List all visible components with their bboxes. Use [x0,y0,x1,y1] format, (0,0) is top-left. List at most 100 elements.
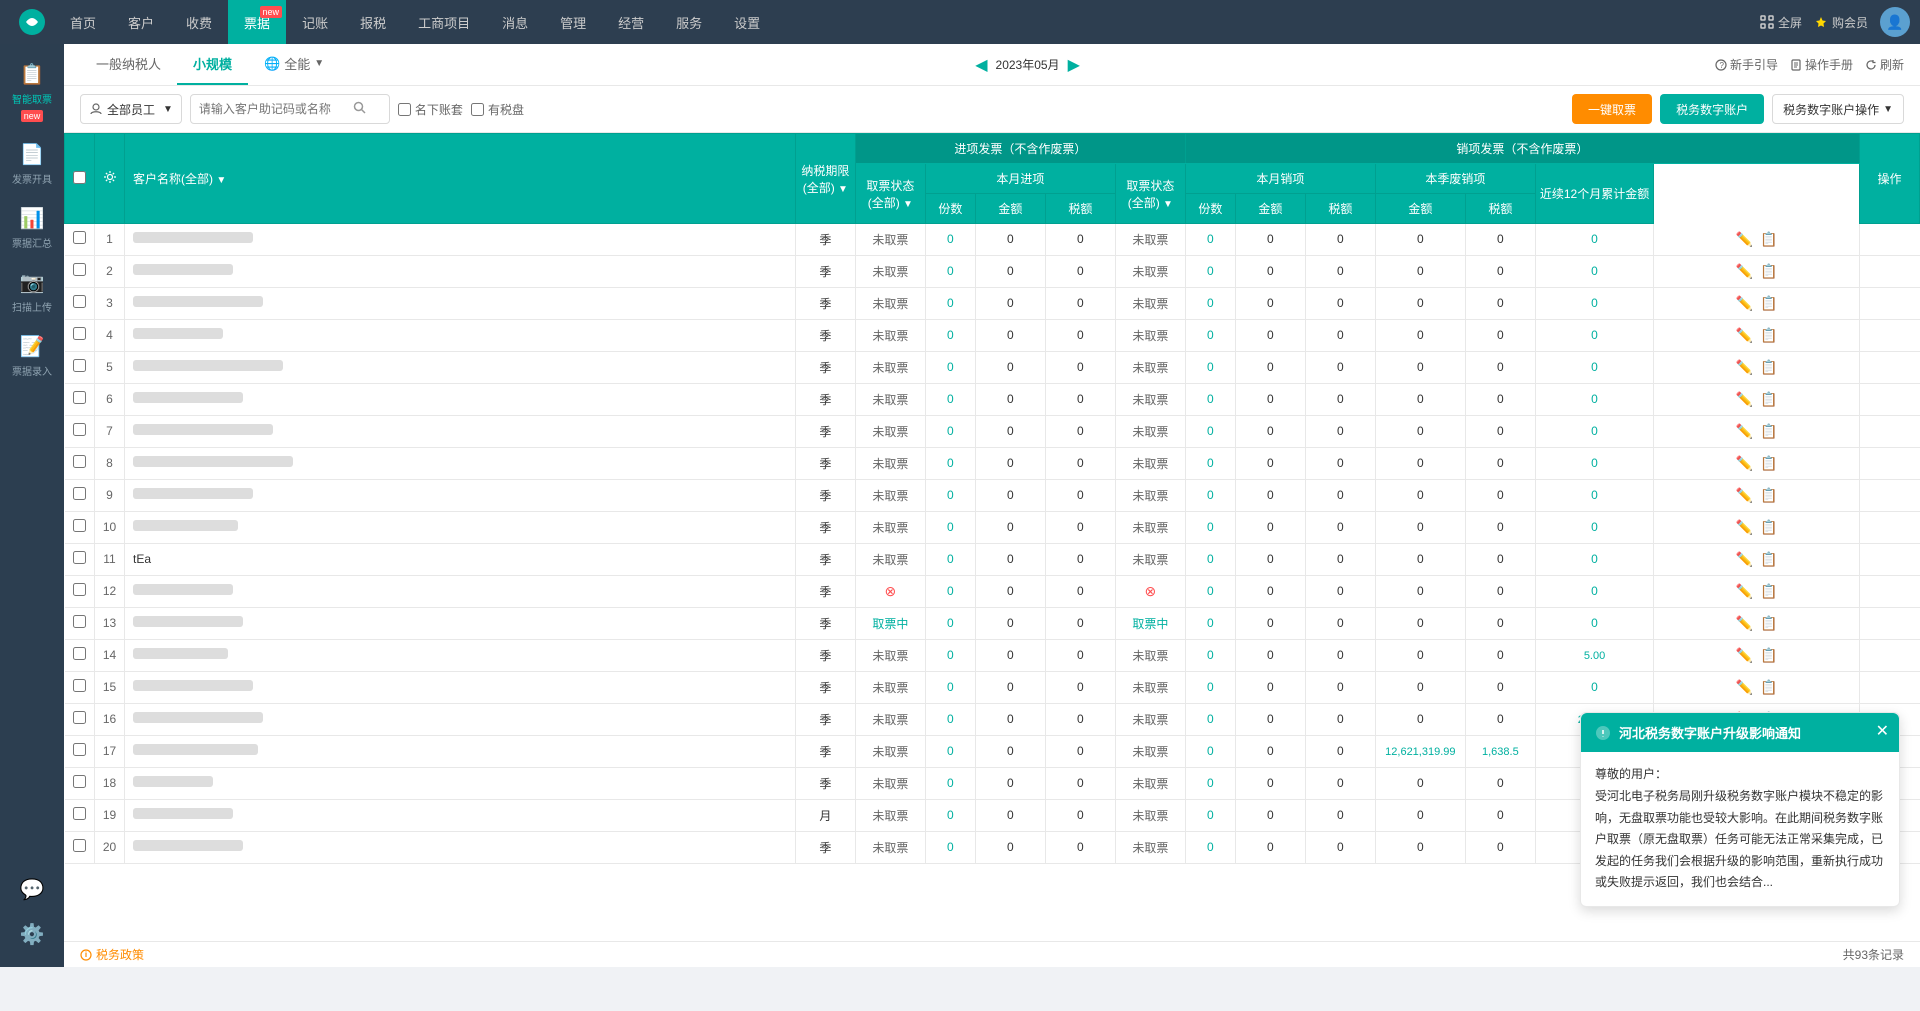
guide-btn[interactable]: ? 新手引导 [1715,56,1778,73]
search-button[interactable] [353,101,366,117]
tax-digital-account-btn[interactable]: 税务数字账户 [1660,94,1764,124]
copy-btn[interactable]: 📋 [1758,389,1779,410]
edit-btn[interactable]: ✏️ [1733,421,1754,442]
nav-manage[interactable]: 管理 [544,0,602,44]
sidebar-item-entry[interactable]: 📝 票据录入 [0,324,64,388]
row-checkbox[interactable] [73,775,86,788]
row-checkbox[interactable] [73,487,86,500]
edit-btn[interactable]: ✏️ [1733,645,1754,666]
named-accounts-check[interactable] [398,103,411,116]
row-checkbox[interactable] [73,391,86,404]
sidebar-item-config[interactable]: ⚙️ [0,912,64,957]
has-tax-disk-check[interactable] [471,103,484,116]
app-logo[interactable] [10,0,54,44]
nav-service[interactable]: 服务 [660,0,718,44]
select-all-checkbox[interactable] [73,171,86,184]
sidebar-item-smart-ticket[interactable]: 📋 智能取票 new [0,52,64,132]
tax-account-ops-btn[interactable]: 税务数字账户操作 ▼ [1772,94,1904,124]
copy-btn[interactable]: 📋 [1758,261,1779,282]
edit-btn[interactable]: ✏️ [1733,389,1754,410]
row-checkbox[interactable] [73,295,86,308]
edit-btn[interactable]: ✏️ [1733,325,1754,346]
tab-general-taxpayer[interactable]: 一般纳税人 [80,44,177,85]
notification-close-btn[interactable]: ✕ [1876,721,1889,741]
sidebar-item-scan[interactable]: 📷 扫描上传 [0,260,64,324]
edit-btn[interactable]: ✏️ [1733,517,1754,538]
nav-fee[interactable]: 收费 [170,0,228,44]
member-btn[interactable]: 购会员 [1814,14,1868,31]
row-checkbox[interactable] [73,327,86,340]
one-click-get-btn[interactable]: 一键取票 [1572,94,1652,124]
row-checkbox[interactable] [73,551,86,564]
edit-btn[interactable]: ✏️ [1733,485,1754,506]
date-prev-btn[interactable]: ◀ [975,55,987,75]
edit-btn[interactable]: ✏️ [1733,549,1754,570]
refresh-btn[interactable]: 刷新 [1865,56,1904,73]
sidebar-item-summary[interactable]: 📊 票据汇总 [0,196,64,260]
edit-btn[interactable]: ✏️ [1733,261,1754,282]
edit-btn[interactable]: ✏️ [1733,357,1754,378]
edit-btn[interactable]: ✏️ [1733,453,1754,474]
tab-all[interactable]: 🌐 全能 ▼ [248,44,340,85]
row-checkbox[interactable] [73,711,86,724]
row-checkbox[interactable] [73,679,86,692]
row-checkbox[interactable] [73,583,86,596]
th-out-status[interactable]: 取票状态(全部) ▼ [1115,164,1185,224]
nav-accounting[interactable]: 记账 [286,0,344,44]
date-next-btn[interactable]: ▶ [1068,55,1080,75]
nav-home[interactable]: 首页 [54,0,112,44]
nav-message[interactable]: 消息 [486,0,544,44]
fullscreen-btn[interactable]: 全屏 [1760,14,1802,31]
th-tax-period[interactable]: 纳税期限(全部) ▼ [795,134,855,224]
row-checkbox[interactable] [73,455,86,468]
nav-tax[interactable]: 报税 [344,0,402,44]
copy-btn[interactable]: 📋 [1758,677,1779,698]
manual-btn[interactable]: 操作手册 [1790,56,1853,73]
copy-btn[interactable]: 📋 [1758,613,1779,634]
edit-btn[interactable]: ✏️ [1733,581,1754,602]
user-avatar[interactable]: 👤 [1880,7,1910,37]
row-checkbox[interactable] [73,423,86,436]
edit-btn[interactable]: ✏️ [1733,613,1754,634]
copy-btn[interactable]: 📋 [1758,485,1779,506]
row-checkbox[interactable] [73,359,86,372]
sidebar-item-open-invoice[interactable]: 📄 发票开具 [0,132,64,196]
edit-btn[interactable]: ✏️ [1733,229,1754,250]
tax-policy-link[interactable]: 税务政策 [80,946,144,963]
tab-small-scale[interactable]: 小规模 [177,44,248,85]
nav-settings[interactable]: 设置 [718,0,776,44]
row-checkbox[interactable] [73,743,86,756]
edit-btn[interactable]: ✏️ [1733,677,1754,698]
copy-btn[interactable]: 📋 [1758,581,1779,602]
copy-btn[interactable]: 📋 [1758,293,1779,314]
copy-btn[interactable]: 📋 [1758,229,1779,250]
nav-business[interactable]: 工商项目 [402,0,486,44]
row-checkbox[interactable] [73,263,86,276]
copy-btn[interactable]: 📋 [1758,325,1779,346]
named-accounts-checkbox[interactable]: 名下账套 [398,101,463,118]
th-customer-name[interactable]: 客户名称(全部) ▼ [125,134,796,224]
copy-btn[interactable]: 📋 [1758,517,1779,538]
row-checkbox[interactable] [73,519,86,532]
row-checkbox[interactable] [73,839,86,852]
row-checkbox[interactable] [73,807,86,820]
has-tax-disk-checkbox[interactable]: 有税盘 [471,101,524,118]
edit-btn[interactable]: ✏️ [1733,293,1754,314]
copy-btn[interactable]: 📋 [1758,421,1779,442]
row-checkbox[interactable] [73,231,86,244]
nav-operation[interactable]: 经营 [602,0,660,44]
copy-btn[interactable]: 📋 [1758,549,1779,570]
employee-select[interactable]: 全部员工 ▼ [80,94,182,124]
copy-btn[interactable]: 📋 [1758,453,1779,474]
copy-btn[interactable]: 📋 [1758,357,1779,378]
th-in-status[interactable]: 取票状态(全部) ▼ [855,164,925,224]
copy-btn[interactable]: 📋 [1758,645,1779,666]
nav-customer[interactable]: 客户 [112,0,170,44]
nav-invoice[interactable]: 票据 new [228,0,286,44]
search-box[interactable] [190,94,390,124]
sidebar-item-chat[interactable]: 💬 [0,867,64,912]
search-input[interactable] [199,102,349,116]
row-checkbox[interactable] [73,615,86,628]
row-checkbox[interactable] [73,647,86,660]
status-unget: 未取票 [1132,809,1168,823]
